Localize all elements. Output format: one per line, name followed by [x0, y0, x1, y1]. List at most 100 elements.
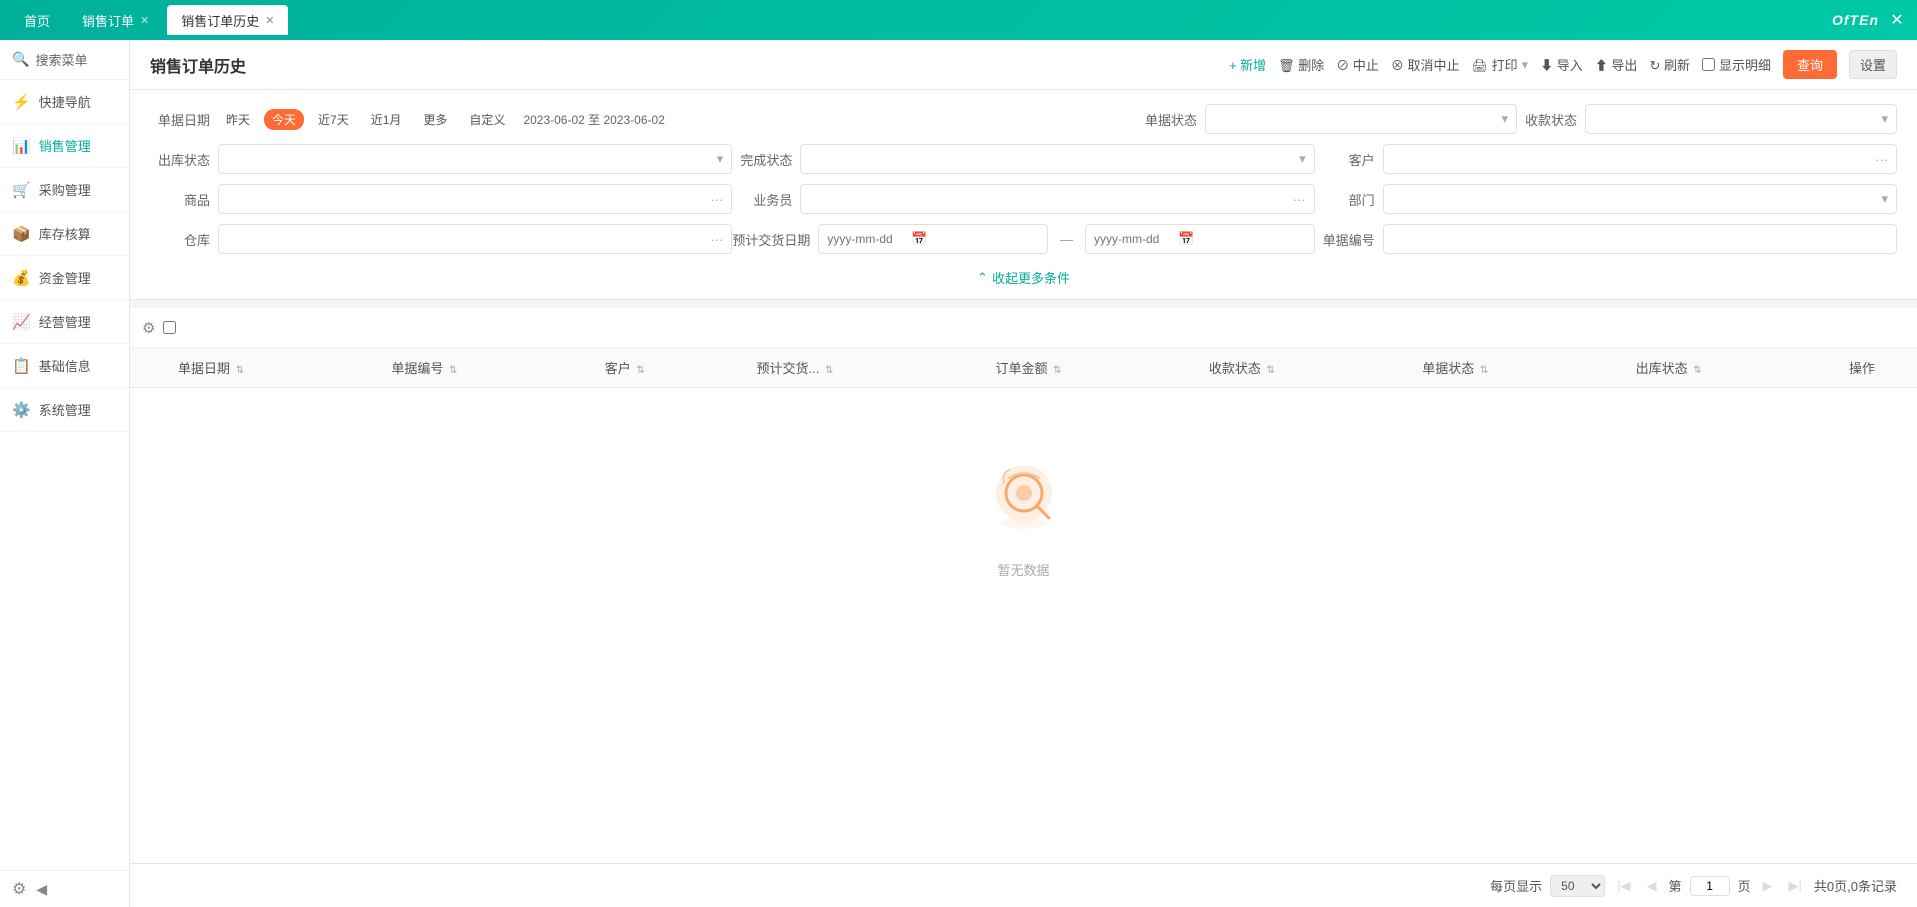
th-date-label: 单据日期	[178, 361, 230, 376]
delivery-date-end-input[interactable]	[1094, 232, 1174, 246]
tab-sales-order-history-close[interactable]: ✕	[265, 14, 274, 27]
th-amount-sort-icon[interactable]: ⇅	[1053, 365, 1061, 376]
main-layout: 🔍 搜索菜单 ⚡ 快捷导航 📊 销售管理 🛒 采购管理 📦 库存核算 💰 资金管…	[0, 40, 1917, 907]
date-chip-custom[interactable]: 自定义	[461, 109, 513, 130]
th-order-status-sort-icon[interactable]: ⇅	[1480, 365, 1488, 376]
table-settings-icon[interactable]: ⚙	[142, 319, 155, 337]
sidebar-item-basic-info[interactable]: 📋 基础信息	[0, 344, 129, 388]
stock-out-arrow-icon: ▾	[717, 151, 724, 167]
collapse-bar[interactable]: ⌃ 收起更多条件	[150, 264, 1897, 291]
th-number[interactable]: 单据编号 ⇅	[379, 348, 592, 388]
calendar-start-icon[interactable]: 📅	[911, 231, 927, 247]
filter-stock-out-control[interactable]: ▾	[218, 144, 732, 174]
sidebar-item-sales-mgmt[interactable]: 📊 销售管理	[0, 124, 129, 168]
display-col-label: 显示明细	[1719, 55, 1771, 74]
tab-sales-order-history-label: 销售订单历史	[181, 11, 259, 30]
th-stock-out-status-sort-icon[interactable]: ⇅	[1693, 365, 1701, 376]
th-order-status[interactable]: 单据状态 ⇅	[1410, 348, 1623, 388]
filter-payment-status-control[interactable]: ▾	[1585, 104, 1897, 134]
print-dropdown-icon[interactable]: ▾	[1522, 57, 1529, 73]
tab-sales-order-history[interactable]: 销售订单历史 ✕	[167, 5, 288, 35]
filter-goods-item: 商品 ···	[150, 184, 732, 214]
page-input[interactable]	[1690, 876, 1730, 896]
th-payment-status[interactable]: 收款状态 ⇅	[1197, 348, 1410, 388]
select-all-checkbox[interactable]	[163, 321, 176, 334]
th-delivery-date-sort-icon[interactable]: ⇅	[825, 365, 833, 376]
top-bar: 首页 销售订单 ✕ 销售订单历史 ✕ OfTEn ✕	[0, 0, 1917, 40]
filter-row-4: 仓库 ··· 预计交货日期 📅 — 📅	[150, 224, 1897, 254]
delete-button[interactable]: 🗑 删除	[1278, 55, 1324, 74]
settings-button[interactable]: 设置	[1849, 50, 1897, 79]
filter-delivery-date-start[interactable]: 📅	[818, 224, 1048, 254]
date-chip-yesterday[interactable]: 昨天	[218, 109, 258, 130]
basic-info-icon: 📋	[12, 357, 31, 375]
th-order-status-label: 单据状态	[1422, 361, 1474, 376]
filter-date-item: 单据日期 昨天 今天 近7天 近1月 更多 自定义 2023-06-02 至 2…	[150, 109, 1137, 130]
th-date[interactable]: 单据日期 ⇅	[166, 348, 379, 388]
sidebar-item-inventory[interactable]: 📦 库存核算	[0, 212, 129, 256]
date-chip-more[interactable]: 更多	[415, 109, 455, 130]
th-delivery-date[interactable]: 预计交货... ⇅	[744, 348, 983, 388]
sidebar-search[interactable]: 🔍 搜索菜单	[0, 40, 129, 80]
filter-customer-control[interactable]: ···	[1383, 144, 1897, 174]
filter-order-status-control[interactable]: ▾	[1205, 104, 1517, 134]
date-chip-today[interactable]: 今天	[264, 109, 304, 130]
filter-warehouse-control[interactable]: ···	[218, 224, 732, 254]
refresh-button[interactable]: ↻ 刷新	[1649, 55, 1690, 74]
sidebar-item-finance[interactable]: 💰 资金管理	[0, 256, 129, 300]
th-payment-status-sort-icon[interactable]: ⇅	[1267, 365, 1275, 376]
empty-icon	[974, 448, 1074, 548]
tab-sales-order-close[interactable]: ✕	[140, 14, 149, 27]
print-button[interactable]: 🖨 打印 ▾	[1472, 55, 1529, 74]
sidebar-collapse-icon[interactable]: ◀	[36, 881, 47, 898]
filter-row-2: 出库状态 ▾ 完成状态 ▾ 客户 ···	[150, 144, 1897, 174]
first-page-btn[interactable]: |◀	[1613, 876, 1634, 896]
filter-salesperson-control[interactable]: ···	[800, 184, 1314, 214]
window-close-btn[interactable]: ✕	[1887, 10, 1907, 30]
last-page-btn[interactable]: ▶|	[1785, 876, 1806, 896]
th-number-sort-icon[interactable]: ⇅	[449, 365, 457, 376]
import-button[interactable]: ⬇ 导入	[1540, 55, 1583, 74]
sidebar-item-sales-mgmt-label: 销售管理	[39, 136, 91, 155]
filter-complete-status-control[interactable]: ▾	[800, 144, 1314, 174]
th-stock-out-status[interactable]: 出库状态 ⇅	[1624, 348, 1837, 388]
th-date-sort-icon[interactable]: ⇅	[236, 365, 244, 376]
sidebar-item-system-mgmt[interactable]: ⚙️ 系统管理	[0, 388, 129, 432]
th-customer-sort-icon[interactable]: ⇅	[636, 365, 644, 376]
filter-department-control[interactable]: ▾	[1383, 184, 1897, 214]
filter-delivery-date-end[interactable]: 📅	[1085, 224, 1315, 254]
export-button[interactable]: ⬆ 导出	[1595, 55, 1638, 74]
cancel-stop-button[interactable]: ⊗ 取消中止	[1391, 55, 1460, 74]
tab-sales-order[interactable]: 销售订单 ✕	[68, 5, 163, 35]
sidebar-settings-icon[interactable]: ⚙	[12, 879, 26, 899]
filter-goods-control[interactable]: ···	[218, 184, 732, 214]
tab-home[interactable]: 首页	[10, 5, 64, 35]
filter-order-number-control[interactable]	[1383, 224, 1897, 254]
th-amount[interactable]: 订单金额 ⇅	[984, 348, 1197, 388]
next-page-btn[interactable]: ▶	[1759, 876, 1777, 896]
new-button[interactable]: + 新增	[1229, 55, 1266, 74]
filter-customer-item: 客户 ···	[1315, 144, 1897, 174]
date-chip-7days[interactable]: 近7天	[310, 109, 357, 130]
filter-payment-status-label: 收款状态	[1517, 110, 1577, 129]
prev-page-btn[interactable]: ◀	[1643, 876, 1661, 896]
delivery-date-start-input[interactable]	[827, 232, 907, 246]
display-col-toggle[interactable]: 显示明细	[1702, 55, 1771, 74]
query-button[interactable]: 查询	[1783, 50, 1837, 79]
date-chip-1month[interactable]: 近1月	[363, 109, 410, 130]
sidebar-item-purchase-mgmt[interactable]: 🛒 采购管理	[0, 168, 129, 212]
stop-button[interactable]: ⊘ 中止	[1336, 55, 1379, 74]
pagination: 每页显示 50 10 20 100 |◀ ◀ 第 页 ▶ ▶| 共0页,0条记录	[130, 863, 1917, 907]
sidebar-item-operations[interactable]: 📈 经营管理	[0, 300, 129, 344]
th-checkbox	[130, 348, 166, 388]
sidebar-bottom: ⚙ ◀	[0, 870, 129, 907]
th-customer[interactable]: 客户 ⇅	[593, 348, 745, 388]
calendar-end-icon[interactable]: 📅	[1178, 231, 1194, 247]
per-page-select[interactable]: 50 10 20 100	[1550, 875, 1605, 897]
stop-label: ⊘ 中止	[1336, 55, 1379, 74]
page-label: 页	[1738, 876, 1751, 895]
department-arrow-icon: ▾	[1881, 191, 1888, 207]
sidebar-item-quick-nav[interactable]: ⚡ 快捷导航	[0, 80, 129, 124]
date-filter-area: 昨天 今天 近7天 近1月 更多 自定义 2023-06-02 至 2023-0…	[218, 109, 1137, 130]
display-col-checkbox[interactable]	[1702, 58, 1715, 71]
